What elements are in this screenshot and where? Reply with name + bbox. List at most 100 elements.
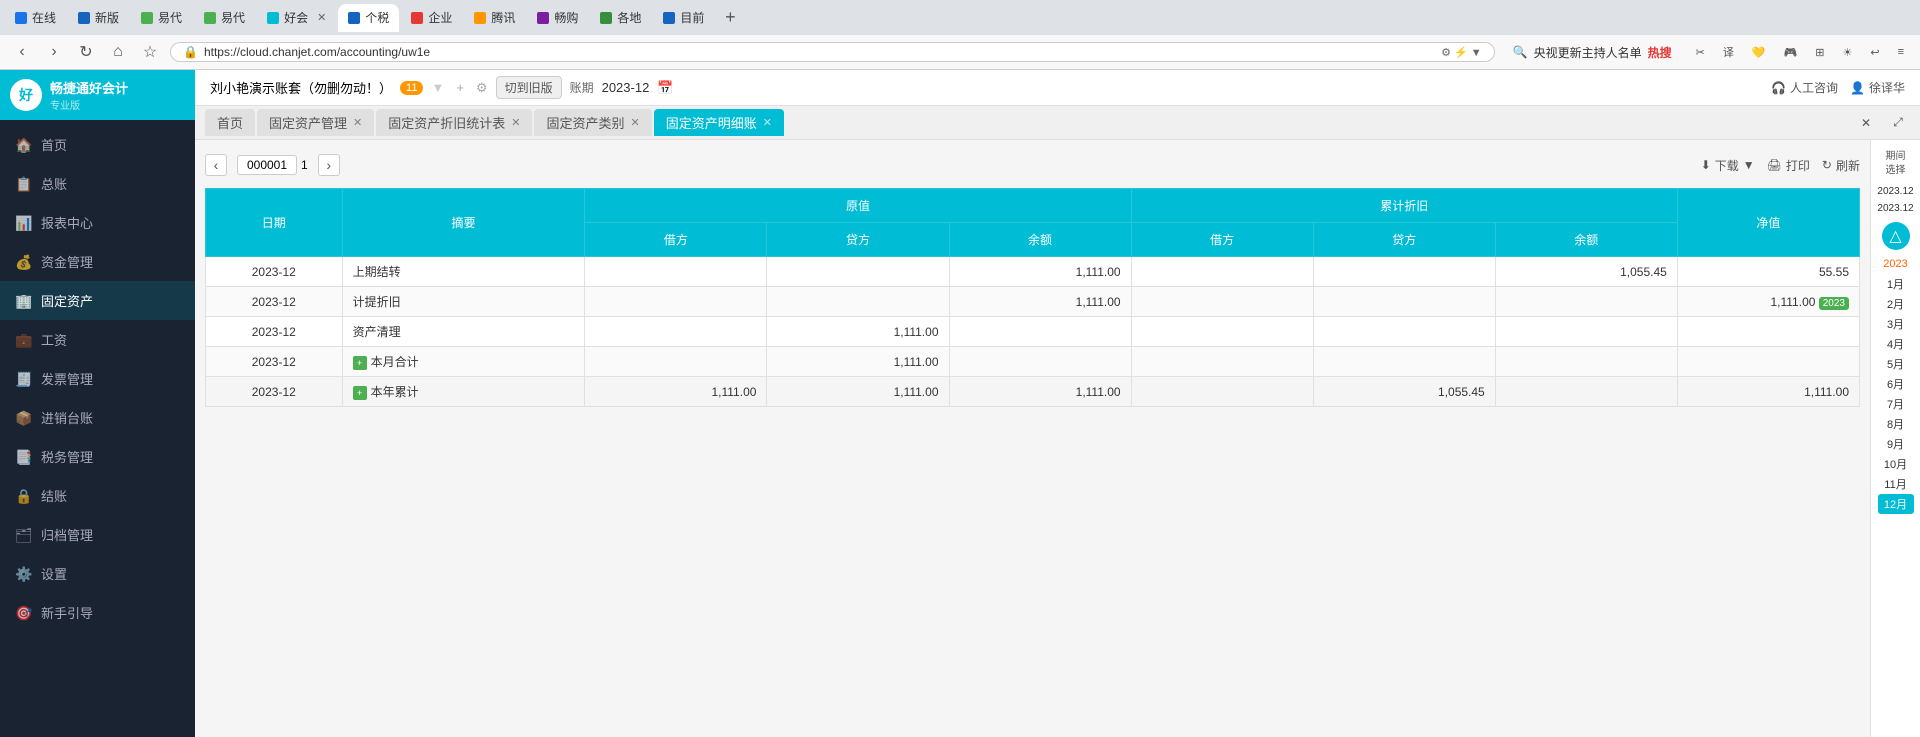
period-date2[interactable]: 2023.12	[1877, 201, 1913, 216]
sidebar-item-settings[interactable]: ⚙️ 设置	[0, 554, 195, 593]
month-item-10[interactable]: 10月	[1878, 454, 1914, 474]
right-panel: 期间选择 2023.12 2023.12 △ 2023 1月2月3月4月5月6月…	[1870, 140, 1920, 737]
grid-tool[interactable]: ⊞	[1809, 44, 1830, 61]
bookmark-button[interactable]: ☆	[138, 40, 162, 64]
period-value: 2023-12	[602, 80, 650, 95]
sidebar-item-guide[interactable]: 🎯 新手引导	[0, 593, 195, 632]
month-item-6[interactable]: 6月	[1878, 374, 1914, 394]
month-item-12[interactable]: 12月	[1878, 494, 1914, 514]
browser-tab-tab3[interactable]: 易代	[131, 4, 192, 32]
browser-tab-tab4[interactable]: 易代	[194, 4, 255, 32]
orig-balance-header: 余额	[949, 223, 1131, 257]
browser-tab-tab5[interactable]: 好会 ✕	[257, 4, 336, 32]
refresh-button[interactable]: ↻	[74, 40, 98, 64]
page-tabs: 首页固定资产管理✕固定资产折旧统计表✕固定资产类别✕固定资产明细账✕ ✕ ⤢	[195, 106, 1920, 140]
sidebar-item-invoice[interactable]: 🧾 发票管理	[0, 359, 195, 398]
print-icon: 🖨	[1767, 158, 1782, 172]
page-num: 1	[301, 158, 308, 172]
nav-label-guide: 新手引导	[41, 603, 93, 622]
menu-tool[interactable]: ≡	[1892, 44, 1910, 60]
maximize-panel-button[interactable]: ⤢	[1886, 111, 1910, 135]
browser-tab-tab2[interactable]: 新版	[68, 4, 129, 32]
download-button[interactable]: ⬇ 下载 ▼	[1701, 157, 1755, 174]
orig-debit	[585, 257, 767, 287]
prev-page-button[interactable]: ‹	[205, 154, 227, 176]
browser-tab-tab10[interactable]: 各地	[590, 4, 651, 32]
support-button[interactable]: 🎧 人工咨询	[1771, 79, 1838, 96]
table-row: 2023-12 计提折旧 1,111.00 1,111.00 2023	[206, 287, 1860, 317]
month-item-5[interactable]: 5月	[1878, 354, 1914, 374]
year-badge: 2023	[1819, 297, 1849, 310]
brightness-tool[interactable]: ☀	[1836, 44, 1858, 61]
sidebar-item-fixed_assets[interactable]: 🏢 固定资产	[0, 281, 195, 320]
add-icon[interactable]: +	[456, 80, 464, 95]
game-tool[interactable]: 🎮	[1778, 44, 1804, 61]
table-row: 2023-12 资产清理 1,111.00	[206, 317, 1860, 347]
account-name: 刘小艳演示账套（勿删勿动！）	[210, 78, 392, 97]
month-item-9[interactable]: 9月	[1878, 434, 1914, 454]
acc-credit	[1313, 317, 1495, 347]
top-bar: 刘小艳演示账套（勿删勿动！） 11 ▼ + ⚙ 切到旧版 账期 2023-12 …	[195, 70, 1920, 106]
sidebar-item-funds[interactable]: 💰 资金管理	[0, 242, 195, 281]
browser-tab-tab7[interactable]: 企业	[401, 4, 462, 32]
browser-tab-tab11[interactable]: 目前	[653, 4, 714, 32]
user-button[interactable]: 👤 徐译华	[1850, 79, 1905, 96]
close-panel-button[interactable]: ✕	[1854, 111, 1878, 135]
page-tab-asset_detail[interactable]: 固定资产明细账✕	[654, 109, 784, 136]
search-icon: 🔍	[1513, 45, 1528, 59]
month-item-8[interactable]: 8月	[1878, 414, 1914, 434]
sidebar-item-home[interactable]: 🏠 首页	[0, 125, 195, 164]
page-tab-fixed_asset_mgmt[interactable]: 固定资产管理✕	[257, 109, 374, 136]
browser-tab-tab6[interactable]: 个税	[338, 4, 399, 32]
sidebar-item-purchase_sales[interactable]: 📦 进销台账	[0, 398, 195, 437]
month-item-11[interactable]: 11月	[1878, 474, 1914, 494]
scroll-up-button[interactable]: △	[1882, 222, 1910, 250]
browser-tab-tab1[interactable]: 在线	[5, 4, 66, 32]
sidebar-item-reports[interactable]: 📊 报表中心	[0, 203, 195, 242]
forward-button[interactable]: ›	[42, 40, 66, 64]
net-value	[1677, 347, 1859, 377]
sidebar-item-tax[interactable]: 📑 税务管理	[0, 437, 195, 476]
page-tab-home[interactable]: 首页	[205, 109, 255, 136]
url-bar[interactable]: 🔒 https://cloud.chanjet.com/accounting/u…	[170, 42, 1495, 62]
new-tab-button[interactable]: +	[716, 4, 744, 32]
sidebar: 好 畅捷通好会计 专业版 🏠 首页📋 总账📊 报表中心💰 资金管理🏢 固定资产💼…	[0, 70, 195, 737]
month-item-1[interactable]: 1月	[1878, 274, 1914, 294]
sidebar-item-close[interactable]: 🔒 结账	[0, 476, 195, 515]
refresh-button[interactable]: ↻ 刷新	[1822, 157, 1860, 174]
next-page-button[interactable]: ›	[318, 154, 340, 176]
page-tab-actions: ✕ ⤢	[1854, 111, 1910, 135]
acc-balance	[1495, 347, 1677, 377]
sidebar-item-archive[interactable]: 🗂 归档管理	[0, 515, 195, 554]
scissors-tool[interactable]: ✂	[1690, 44, 1711, 61]
year-highlight: 2023	[1883, 256, 1907, 272]
wallet-tool[interactable]: 💛	[1746, 44, 1772, 61]
search-bar[interactable]: 🔍 央视更新主持人名单 热搜	[1513, 44, 1672, 61]
acc-credit-header: 贷方	[1313, 223, 1495, 257]
month-item-2[interactable]: 2月	[1878, 294, 1914, 314]
home-button[interactable]: ⌂	[106, 40, 130, 64]
sidebar-item-payroll[interactable]: 💼 工资	[0, 320, 195, 359]
browser-tab-tab9[interactable]: 畅购	[527, 4, 588, 32]
print-button[interactable]: 🖨 打印	[1767, 157, 1810, 174]
app-container: 好 畅捷通好会计 专业版 🏠 首页📋 总账📊 报表中心💰 资金管理🏢 固定资产💼…	[0, 70, 1920, 737]
settings-icon[interactable]: ⚙	[476, 80, 488, 96]
nav-icon-home: 🏠	[15, 137, 31, 153]
page-input-field[interactable]	[237, 155, 297, 175]
version-switch-button[interactable]: 切到旧版	[496, 76, 562, 99]
period-date1[interactable]: 2023.12	[1877, 184, 1913, 199]
orig-credit: 1,111.00	[767, 377, 949, 407]
back-button[interactable]: ‹	[10, 40, 34, 64]
page-tab-asset_category[interactable]: 固定资产类别✕	[534, 109, 651, 136]
month-item-4[interactable]: 4月	[1878, 334, 1914, 354]
month-item-7[interactable]: 7月	[1878, 394, 1914, 414]
download-icon: ⬇	[1701, 158, 1711, 172]
month-item-3[interactable]: 3月	[1878, 314, 1914, 334]
sidebar-item-ledger[interactable]: 📋 总账	[0, 164, 195, 203]
browser-tab-tab8[interactable]: 腾讯	[464, 4, 525, 32]
undo-tool[interactable]: ↩	[1864, 44, 1885, 61]
dropdown-icon[interactable]: ▼	[431, 80, 444, 95]
translate-tool[interactable]: 译	[1717, 42, 1740, 62]
calendar-icon[interactable]: 📅	[657, 80, 673, 96]
page-tab-depreciation_stats[interactable]: 固定资产折旧统计表✕	[376, 109, 532, 136]
